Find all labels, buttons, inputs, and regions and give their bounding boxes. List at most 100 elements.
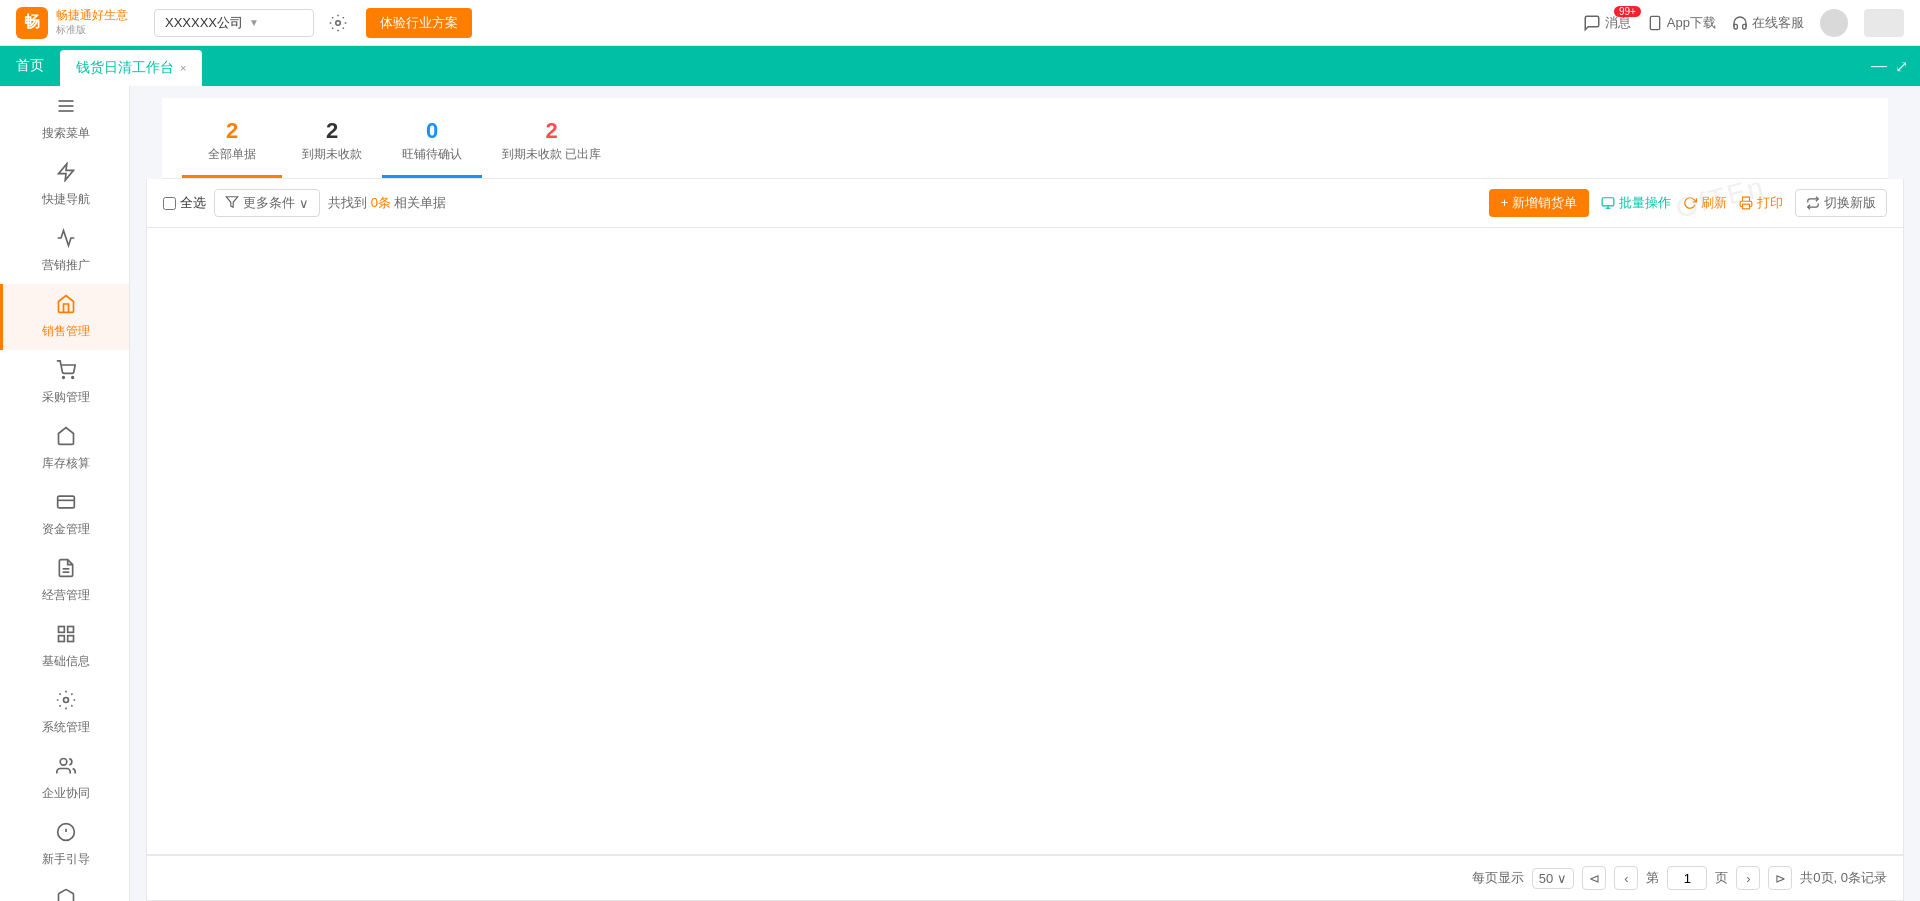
page-size-chevron-icon: ∨ xyxy=(1557,871,1567,886)
sidebar-item-enterprise[interactable]: 企业协同 xyxy=(0,746,129,812)
found-text: 共找到 0条 相关单据 xyxy=(328,194,446,212)
app-download-button[interactable]: App下载 xyxy=(1647,14,1716,32)
found-count: 0条 xyxy=(371,195,391,210)
stat-tab-all[interactable]: 2 全部单据 xyxy=(182,110,282,178)
print-button[interactable]: 打印 xyxy=(1739,194,1783,212)
sidebar-item-app-center[interactable]: 应用中心 xyxy=(0,878,129,901)
sidebar: 搜索菜单 快捷导航 营销推广 销售管理 采购管理 xyxy=(0,86,130,901)
svg-rect-15 xyxy=(68,636,74,642)
experience-button[interactable]: 体验行业方案 xyxy=(366,8,472,38)
company-name: XXXXXX公司 xyxy=(165,14,243,32)
svg-marker-6 xyxy=(59,164,74,181)
message-button[interactable]: 消息 99+ xyxy=(1583,14,1631,32)
avatar[interactable] xyxy=(1820,9,1848,37)
filter-icon xyxy=(225,195,239,212)
purchase-icon xyxy=(56,360,76,385)
refresh-button[interactable]: 刷新 xyxy=(1683,194,1727,212)
search-menu-icon xyxy=(56,96,76,121)
nav-minimize-icon[interactable]: — xyxy=(1871,57,1887,75)
per-page-label: 每页显示 xyxy=(1472,869,1524,887)
message-badge: 99+ xyxy=(1614,6,1641,17)
sidebar-item-sales[interactable]: 销售管理 xyxy=(0,284,129,350)
sidebar-label-system: 系统管理 xyxy=(42,719,90,736)
company-selector[interactable]: XXXXXX公司 ▼ xyxy=(154,9,314,37)
toolbar: 全选 更多条件 ∨ 共找到 0条 相关单据 + 新增销货单 批量操作 xyxy=(146,179,1904,228)
page-input[interactable] xyxy=(1667,866,1707,890)
add-order-button[interactable]: + 新增销货单 xyxy=(1489,189,1589,217)
nav-actions: — ⤢ xyxy=(1871,57,1920,76)
svg-marker-21 xyxy=(226,196,238,207)
tab-home[interactable]: 首页 xyxy=(0,46,60,86)
sidebar-item-search-menu[interactable]: 搜索菜单 xyxy=(0,86,129,152)
sidebar-label-purchase: 采购管理 xyxy=(42,389,90,406)
next-page-button[interactable]: › xyxy=(1736,866,1760,890)
nav-tabs: 首页 钱货日清工作台 × — ⤢ xyxy=(0,46,1920,86)
pagination: 每页显示 50 ∨ ⊲ ‹ 第 页 › ⊳ 共0页, 0条记录 xyxy=(146,855,1904,901)
page-label: 第 xyxy=(1646,869,1659,887)
stat-number-pending: 0 xyxy=(426,118,438,144)
tab-daily-work[interactable]: 钱货日清工作台 × xyxy=(60,50,202,86)
prev-page-button[interactable]: ‹ xyxy=(1614,866,1638,890)
svg-rect-22 xyxy=(1602,198,1614,206)
user-name[interactable] xyxy=(1864,9,1904,37)
sidebar-item-marketing[interactable]: 营销推广 xyxy=(0,218,129,284)
sidebar-item-base-info[interactable]: 基础信息 xyxy=(0,614,129,680)
chevron-down-icon: ▼ xyxy=(249,17,259,28)
base-info-icon xyxy=(56,624,76,649)
sidebar-label-guide: 新手引导 xyxy=(42,851,90,868)
settings-button[interactable] xyxy=(322,7,354,39)
app-download-label: App下载 xyxy=(1667,14,1716,32)
sidebar-item-inventory[interactable]: 库存核算 xyxy=(0,416,129,482)
quick-nav-icon xyxy=(56,162,76,187)
sidebar-item-finance[interactable]: 资金管理 xyxy=(0,482,129,548)
sidebar-item-operations[interactable]: 经营管理 xyxy=(0,548,129,614)
stat-number-all: 2 xyxy=(226,118,238,144)
page-unit: 页 xyxy=(1715,869,1728,887)
batch-operation-button[interactable]: 批量操作 xyxy=(1601,194,1671,212)
system-icon xyxy=(56,690,76,715)
toolbar-right: + 新增销货单 批量操作 刷新 打印 切换新版 xyxy=(1489,189,1887,217)
svg-point-0 xyxy=(336,20,341,25)
logo-area: 畅 畅捷通好生意 标准版 xyxy=(16,7,146,39)
stat-label-all: 全部单据 xyxy=(208,146,256,163)
stat-tab-pending[interactable]: 0 旺铺待确认 xyxy=(382,110,482,178)
sidebar-label-operations: 经营管理 xyxy=(42,587,90,604)
sidebar-label-enterprise: 企业协同 xyxy=(42,785,90,802)
select-all-input[interactable] xyxy=(163,197,176,210)
sidebar-item-system[interactable]: 系统管理 xyxy=(0,680,129,746)
sidebar-label-sales: 销售管理 xyxy=(42,323,90,340)
filter-button[interactable]: 更多条件 ∨ xyxy=(214,189,320,217)
enterprise-icon xyxy=(56,756,76,781)
operations-icon xyxy=(56,558,76,583)
service-button[interactable]: 在线客服 xyxy=(1732,14,1804,32)
stat-tab-unshipped[interactable]: 2 到期未收款 已出库 xyxy=(482,110,621,178)
logo-text: 畅捷通好生意 xyxy=(56,8,128,24)
sidebar-label-inventory: 库存核算 xyxy=(42,455,90,472)
svg-rect-25 xyxy=(1743,204,1750,209)
select-all-checkbox[interactable]: 全选 xyxy=(163,194,206,212)
last-page-button[interactable]: ⊳ xyxy=(1768,866,1792,890)
sidebar-item-purchase[interactable]: 采购管理 xyxy=(0,350,129,416)
table-area xyxy=(146,228,1904,855)
page-size-value: 50 xyxy=(1539,871,1553,886)
nav-expand-icon[interactable]: ⤢ xyxy=(1895,57,1908,76)
first-page-button[interactable]: ⊲ xyxy=(1582,866,1606,890)
sidebar-item-guide[interactable]: 新手引导 xyxy=(0,812,129,878)
marketing-icon xyxy=(56,228,76,253)
sidebar-label-base-info: 基础信息 xyxy=(42,653,90,670)
page-size-select[interactable]: 50 ∨ xyxy=(1532,868,1574,889)
sidebar-item-quick-nav[interactable]: 快捷导航 xyxy=(0,152,129,218)
finance-icon xyxy=(56,492,76,517)
tab-close-icon[interactable]: × xyxy=(180,62,186,74)
guide-icon xyxy=(56,822,76,847)
sidebar-label-quick-nav: 快捷导航 xyxy=(42,191,90,208)
stat-label-pending: 旺铺待确认 xyxy=(402,146,462,163)
svg-point-8 xyxy=(72,377,74,379)
sidebar-label-finance: 资金管理 xyxy=(42,521,90,538)
svg-rect-13 xyxy=(59,627,65,633)
sidebar-label-search-menu: 搜索菜单 xyxy=(42,125,90,142)
svg-rect-9 xyxy=(58,496,75,508)
stat-tab-overdue[interactable]: 2 到期未收款 xyxy=(282,110,382,178)
filter-chevron-icon: ∨ xyxy=(299,196,309,211)
switch-version-button[interactable]: 切换新版 xyxy=(1795,189,1887,217)
